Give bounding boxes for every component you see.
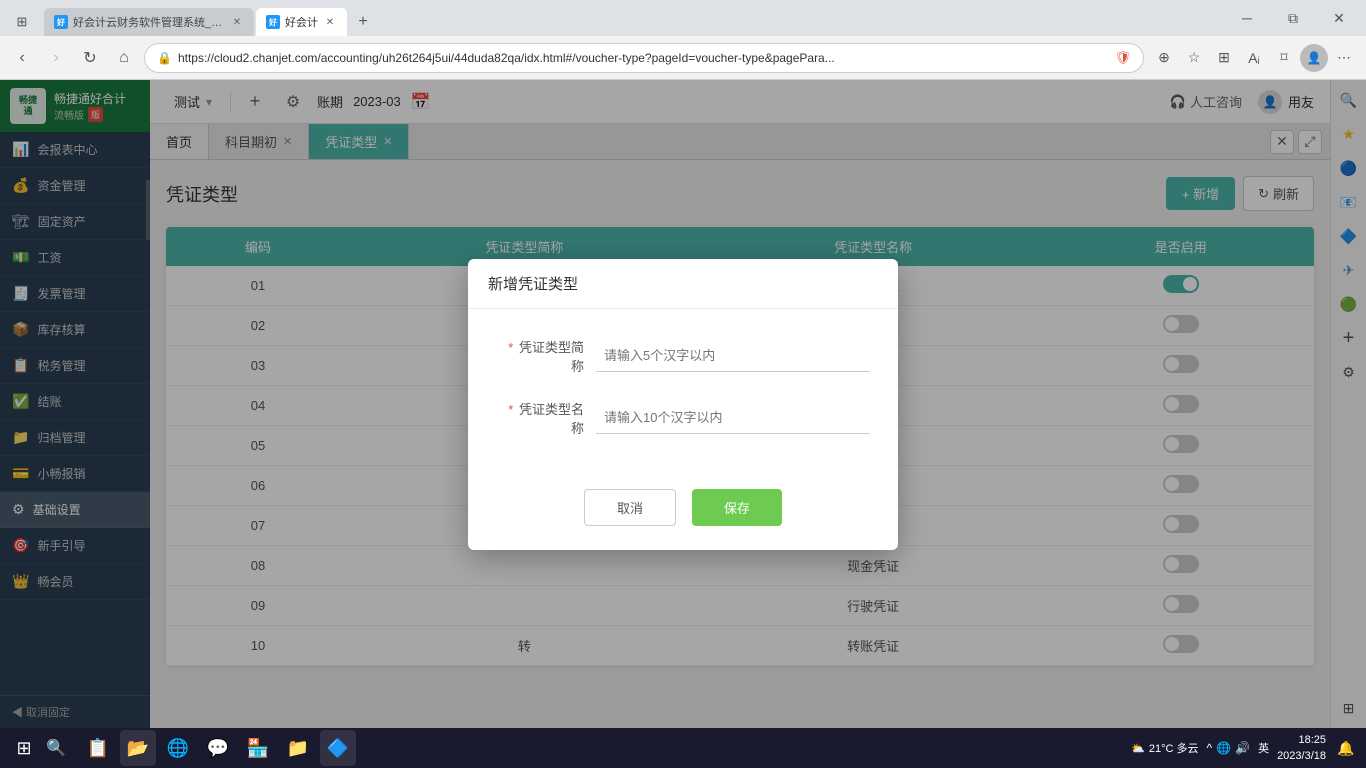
field1-input[interactable] <box>596 340 870 372</box>
back-btn[interactable]: ‹ <box>8 44 36 72</box>
taskbar-clock: 18:25 2023/3/18 <box>1277 732 1326 765</box>
weather-icon: ⛅ <box>1131 742 1145 755</box>
browser-window: ⊞ 好 好会计云财务软件管理系统_会计 ✕ 好 好会计 ✕ + ─ ⧉ ✕ ‹ … <box>0 0 1366 80</box>
taskbar-app-wechat[interactable]: 💬 <box>200 730 236 766</box>
taskbar-apps: 📋 📂 🌐 💬 🏪 📁 🔷 <box>80 730 1131 766</box>
close-btn[interactable]: ✕ <box>1316 0 1362 36</box>
tab-bar: ⊞ 好 好会计云财务软件管理系统_会计 ✕ 好 好会计 ✕ + ─ ⧉ ✕ <box>0 0 1366 36</box>
modal-header: 新增凭证类型 <box>468 259 898 309</box>
browser-tab-2[interactable]: 好 好会计 ✕ <box>256 8 347 36</box>
tab2-close[interactable]: ✕ <box>323 15 337 29</box>
field1-required: * <box>508 340 513 355</box>
field2-label-text: 凭证类型名称 <box>519 402 584 436</box>
taskbar-app-task[interactable]: 📋 <box>80 730 116 766</box>
reload-btn[interactable]: ↻ <box>76 44 104 72</box>
taskbar-right: ⛅ 21°C 多云 ^ 🌐 🔊 英 18:25 2023/3/18 🔔 <box>1131 732 1358 765</box>
field2-input[interactable] <box>596 402 870 434</box>
menu-btn[interactable]: ⋯ <box>1330 44 1358 72</box>
taskbar-sys-icons: ^ 🌐 🔊 <box>1207 741 1251 755</box>
browser-toolbar-right: ⊕ ☆ ⊞ Aᵢ ⌑ 👤 ⋯ <box>1150 44 1358 72</box>
security-badge: 🛡 <box>1114 50 1131 66</box>
clock-date: 2023/3/18 <box>1277 748 1326 765</box>
modal-overlay: 新增凭证类型 * 凭证类型简称 * 凭证类型名称 取 <box>0 80 1366 728</box>
tab2-title: 好会计 <box>285 14 318 30</box>
home-btn[interactable]: ⌂ <box>110 44 138 72</box>
browser-tab-1[interactable]: 好 好会计云财务软件管理系统_会计 ✕ <box>44 8 254 36</box>
sound-icon: 🔊 <box>1235 741 1250 755</box>
taskbar-app-store[interactable]: 🏪 <box>240 730 276 766</box>
start-btn[interactable]: ⊞ <box>8 732 40 764</box>
lock-icon: 🔒 <box>157 51 172 65</box>
address-bar-row: ‹ › ↻ ⌂ 🔒 https://cloud2.chanjet.com/acc… <box>0 36 1366 80</box>
field2-label: * 凭证类型名称 <box>496 399 596 437</box>
modal-dialog: 新增凭证类型 * 凭证类型简称 * 凭证类型名称 取 <box>468 259 898 550</box>
reader-btn[interactable]: Aᵢ <box>1240 44 1268 72</box>
taskbar-app-chrome[interactable]: 🌐 <box>160 730 196 766</box>
weather-text: 21°C 多云 <box>1149 740 1199 756</box>
clock-time: 18:25 <box>1277 732 1326 749</box>
field1-label-text: 凭证类型简称 <box>519 340 584 374</box>
address-bar[interactable]: 🔒 https://cloud2.chanjet.com/accounting/… <box>144 43 1144 73</box>
new-tab-btn[interactable]: + <box>349 8 377 36</box>
network-icon: 🌐 <box>1216 741 1231 755</box>
modal-body: * 凭证类型简称 * 凭证类型名称 <box>468 309 898 477</box>
forward-btn[interactable]: › <box>42 44 70 72</box>
chevron-up-icon[interactable]: ^ <box>1207 741 1213 755</box>
modal-footer: 取消 保存 <box>468 477 898 550</box>
taskbar-app-edge[interactable]: 🔷 <box>320 730 356 766</box>
tab1-close[interactable]: ✕ <box>230 15 244 29</box>
tab2-favicon: 好 <box>266 15 280 29</box>
collections-btn[interactable]: ⌑ <box>1270 44 1298 72</box>
form-row-2: * 凭证类型名称 <box>496 399 870 437</box>
minimize-btn[interactable]: ─ <box>1224 0 1270 36</box>
notification-btn[interactable]: 🔔 <box>1334 736 1358 760</box>
window-icon[interactable]: ⊞ <box>8 8 36 36</box>
form-row-1: * 凭证类型简称 <box>496 337 870 375</box>
taskbar-weather: ⛅ 21°C 多云 <box>1131 740 1198 756</box>
cancel-button[interactable]: 取消 <box>584 489 676 526</box>
tab1-title: 好会计云财务软件管理系统_会计 <box>73 14 225 30</box>
split-btn[interactable]: ⊞ <box>1210 44 1238 72</box>
url-text: https://cloud2.chanjet.com/accounting/uh… <box>178 51 1109 65</box>
modal-title: 新增凭证类型 <box>488 273 578 294</box>
taskbar-app-explorer[interactable]: 📂 <box>120 730 156 766</box>
restore-btn[interactable]: ⧉ <box>1270 0 1316 36</box>
field1-label: * 凭证类型简称 <box>496 337 596 375</box>
profile-btn[interactable]: 👤 <box>1300 44 1328 72</box>
favorites-btn[interactable]: ☆ <box>1180 44 1208 72</box>
window-controls-right: ─ ⧉ ✕ <box>1224 0 1366 36</box>
field2-required: * <box>508 402 513 417</box>
taskbar: ⊞ 🔍 📋 📂 🌐 💬 🏪 📁 🔷 ⛅ 21°C 多云 ^ 🌐 🔊 英 18:2… <box>0 728 1366 768</box>
save-button[interactable]: 保存 <box>692 489 782 526</box>
tab1-favicon: 好 <box>54 15 68 29</box>
windows-controls: ⊞ <box>8 8 36 36</box>
taskbar-lang: 英 <box>1258 740 1269 756</box>
extensions-btn[interactable]: ⊕ <box>1150 44 1178 72</box>
taskbar-app-folder[interactable]: 📁 <box>280 730 316 766</box>
taskbar-search-btn[interactable]: 🔍 <box>40 732 72 764</box>
